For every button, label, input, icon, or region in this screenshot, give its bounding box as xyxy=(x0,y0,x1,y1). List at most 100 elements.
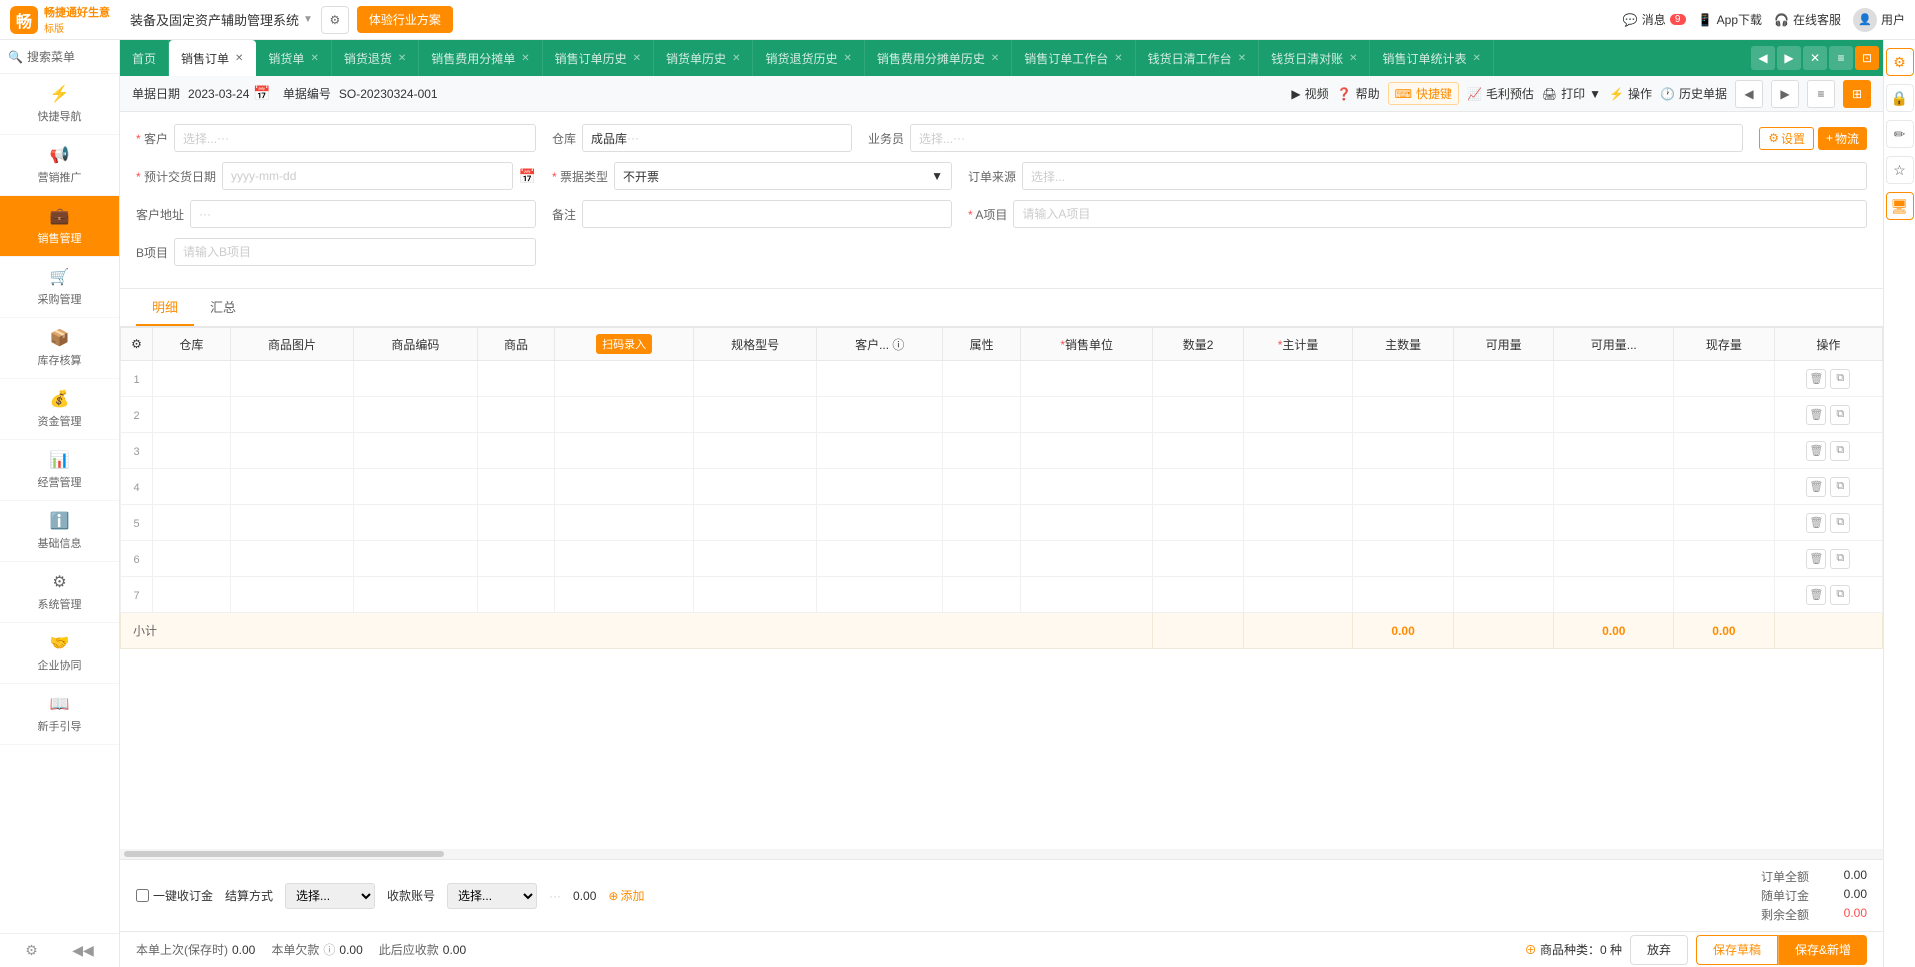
sidebar-item-quick-nav[interactable]: ⚡ 快捷导航 xyxy=(0,74,119,135)
address-dots[interactable]: ··· xyxy=(199,207,211,221)
tab-next-btn[interactable]: ▶ xyxy=(1777,46,1801,70)
sidebar-item-marketing[interactable]: 📢 营销推广 xyxy=(0,135,119,196)
help-btn[interactable]: ❓ 帮助 xyxy=(1337,85,1380,102)
row-copy-btn-4[interactable]: ⧉ xyxy=(1830,477,1850,497)
row-copy-btn-1[interactable]: ⧉ xyxy=(1830,369,1850,389)
row-delete-btn-4[interactable]: 🗑 xyxy=(1806,477,1826,497)
row-warehouse-1[interactable] xyxy=(153,361,231,397)
row-main-qty-7[interactable] xyxy=(1353,577,1454,613)
view-video-btn[interactable]: ▶ 视频 xyxy=(1291,85,1328,102)
row-customer-code-2[interactable] xyxy=(817,397,943,433)
right-icon-edit[interactable]: ✏ xyxy=(1886,120,1914,148)
row-spec-1[interactable] xyxy=(693,361,816,397)
delivery-date-input[interactable] xyxy=(222,162,513,190)
tab-sales-return[interactable]: 销货退货 ✕ xyxy=(332,40,419,76)
warehouse-dots-btn[interactable]: ··· xyxy=(627,131,639,145)
tab-invoice-history[interactable]: 销货单历史 ✕ xyxy=(654,40,753,76)
tab-return-history[interactable]: 销货退货历史 ✕ xyxy=(753,40,864,76)
row-warehouse-4[interactable] xyxy=(153,469,231,505)
row-main-qty-2[interactable] xyxy=(1353,397,1454,433)
row-warehouse-6[interactable] xyxy=(153,541,231,577)
shortcut-btn[interactable]: ⌨ 快捷键 xyxy=(1388,82,1459,105)
a-project-input[interactable] xyxy=(1013,200,1867,228)
print-btn[interactable]: 🖨 打印 ▼ xyxy=(1542,85,1601,102)
close-icon[interactable]: ✕ xyxy=(1349,53,1357,64)
row-product-6[interactable] xyxy=(477,541,555,577)
close-icon[interactable]: ✕ xyxy=(1114,53,1122,64)
remark-input[interactable] xyxy=(582,200,952,228)
sidebar-item-purchase[interactable]: 🛒 采购管理 xyxy=(0,257,119,318)
close-icon[interactable]: ✕ xyxy=(1473,53,1481,64)
row-qty2-7[interactable] xyxy=(1153,577,1244,613)
close-icon[interactable]: ✕ xyxy=(1238,53,1246,64)
row-copy-btn-5[interactable]: ⧉ xyxy=(1830,513,1850,533)
row-spec-6[interactable] xyxy=(693,541,816,577)
history-btn[interactable]: 🕐 历史单据 xyxy=(1660,85,1727,102)
save-new-btn[interactable]: 保存&新增 xyxy=(1778,935,1867,965)
sidebar-item-system[interactable]: ⚙ 系统管理 xyxy=(0,562,119,623)
tab-daily-reconcile[interactable]: 钱货日清对账 ✕ xyxy=(1259,40,1370,76)
row-sales-unit-2[interactable] xyxy=(1021,397,1153,433)
grid-view-btn[interactable]: ⊞ xyxy=(1843,80,1871,108)
row-delete-btn-5[interactable]: 🗑 xyxy=(1806,513,1826,533)
row-code-7[interactable] xyxy=(354,577,477,613)
sidebar-item-enterprise[interactable]: 🤝 企业协同 xyxy=(0,623,119,684)
row-main-qty-4[interactable] xyxy=(1353,469,1454,505)
sidebar-collapse-btn[interactable]: ◀◀ xyxy=(72,942,94,959)
row-main-unit-4[interactable] xyxy=(1243,469,1352,505)
row-main-qty-6[interactable] xyxy=(1353,541,1454,577)
operation-btn[interactable]: ⚡ 操作 xyxy=(1609,85,1652,102)
row-delete-btn-1[interactable]: 🗑 xyxy=(1806,369,1826,389)
row-warehouse-7[interactable] xyxy=(153,577,231,613)
row-main-unit-3[interactable] xyxy=(1243,433,1352,469)
tab-sales-order[interactable]: 销售订单 ✕ xyxy=(169,40,256,76)
tab-sales-order-history[interactable]: 销售订单历史 ✕ xyxy=(543,40,654,76)
address-input[interactable]: ··· xyxy=(190,200,536,228)
sidebar-item-sales[interactable]: 💼 销售管理 xyxy=(0,196,119,257)
tab-summary[interactable]: 汇总 xyxy=(194,289,252,326)
nav-prev-btn[interactable]: ◀ xyxy=(1735,80,1763,108)
row-main-unit-5[interactable] xyxy=(1243,505,1352,541)
close-icon[interactable]: ✕ xyxy=(398,53,406,64)
tab-expense-history[interactable]: 销售费用分摊单历史 ✕ xyxy=(865,40,1012,76)
row-customer-code-6[interactable] xyxy=(817,541,943,577)
close-icon[interactable]: ✕ xyxy=(732,53,740,64)
row-sales-unit-7[interactable] xyxy=(1021,577,1153,613)
row-delete-btn-2[interactable]: 🗑 xyxy=(1806,405,1826,425)
row-spec-7[interactable] xyxy=(693,577,816,613)
row-spec-2[interactable] xyxy=(693,397,816,433)
row-product-4[interactable] xyxy=(477,469,555,505)
online-support-btn[interactable]: 🎧 在线客服 xyxy=(1774,11,1841,28)
row-product-2[interactable] xyxy=(477,397,555,433)
sidebar-settings-btn[interactable]: ⚙ xyxy=(25,942,38,959)
form-settings-btn[interactable]: ⚙ 设置 xyxy=(1759,127,1814,150)
row-sales-unit-4[interactable] xyxy=(1021,469,1153,505)
row-code-1[interactable] xyxy=(354,361,477,397)
row-main-unit-1[interactable] xyxy=(1243,361,1352,397)
th-scan[interactable]: 扫码录入 xyxy=(555,328,694,361)
sidebar-item-basic-info[interactable]: ℹ️ 基础信息 xyxy=(0,501,119,562)
b-project-input[interactable] xyxy=(174,238,536,266)
row-customer-code-1[interactable] xyxy=(817,361,943,397)
close-icon[interactable]: ✕ xyxy=(843,53,851,64)
row-sales-unit-6[interactable] xyxy=(1021,541,1153,577)
sidebar-item-guide[interactable]: 📖 新手引导 xyxy=(0,684,119,745)
row-spec-4[interactable] xyxy=(693,469,816,505)
row-delete-btn-7[interactable]: 🗑 xyxy=(1806,585,1826,605)
scan-btn[interactable]: 扫码录入 xyxy=(596,334,652,354)
quick-checkout-checkbox[interactable]: 一键收订金 xyxy=(136,887,213,904)
tab-close-btn[interactable]: ✕ xyxy=(1803,46,1827,70)
sidebar-search-area[interactable]: 🔍 搜索菜单 xyxy=(0,40,119,74)
tab-prev-btn[interactable]: ◀ xyxy=(1751,46,1775,70)
right-icon-screen[interactable]: 🖥 xyxy=(1886,192,1914,220)
row-qty2-5[interactable] xyxy=(1153,505,1244,541)
row-copy-btn-3[interactable]: ⧉ xyxy=(1830,441,1850,461)
settings-gear-btn[interactable]: ⚙ xyxy=(321,6,349,34)
row-sales-unit-1[interactable] xyxy=(1021,361,1153,397)
tab-sales-invoice[interactable]: 销货单 ✕ xyxy=(256,40,331,76)
row-attr-7[interactable] xyxy=(943,577,1021,613)
customer-dots-btn[interactable]: ··· xyxy=(217,131,229,145)
th-settings[interactable]: ⚙ xyxy=(121,328,153,361)
tab-menu-btn[interactable]: ≡ xyxy=(1829,46,1853,70)
calendar-icon[interactable]: 📅 xyxy=(253,85,270,102)
